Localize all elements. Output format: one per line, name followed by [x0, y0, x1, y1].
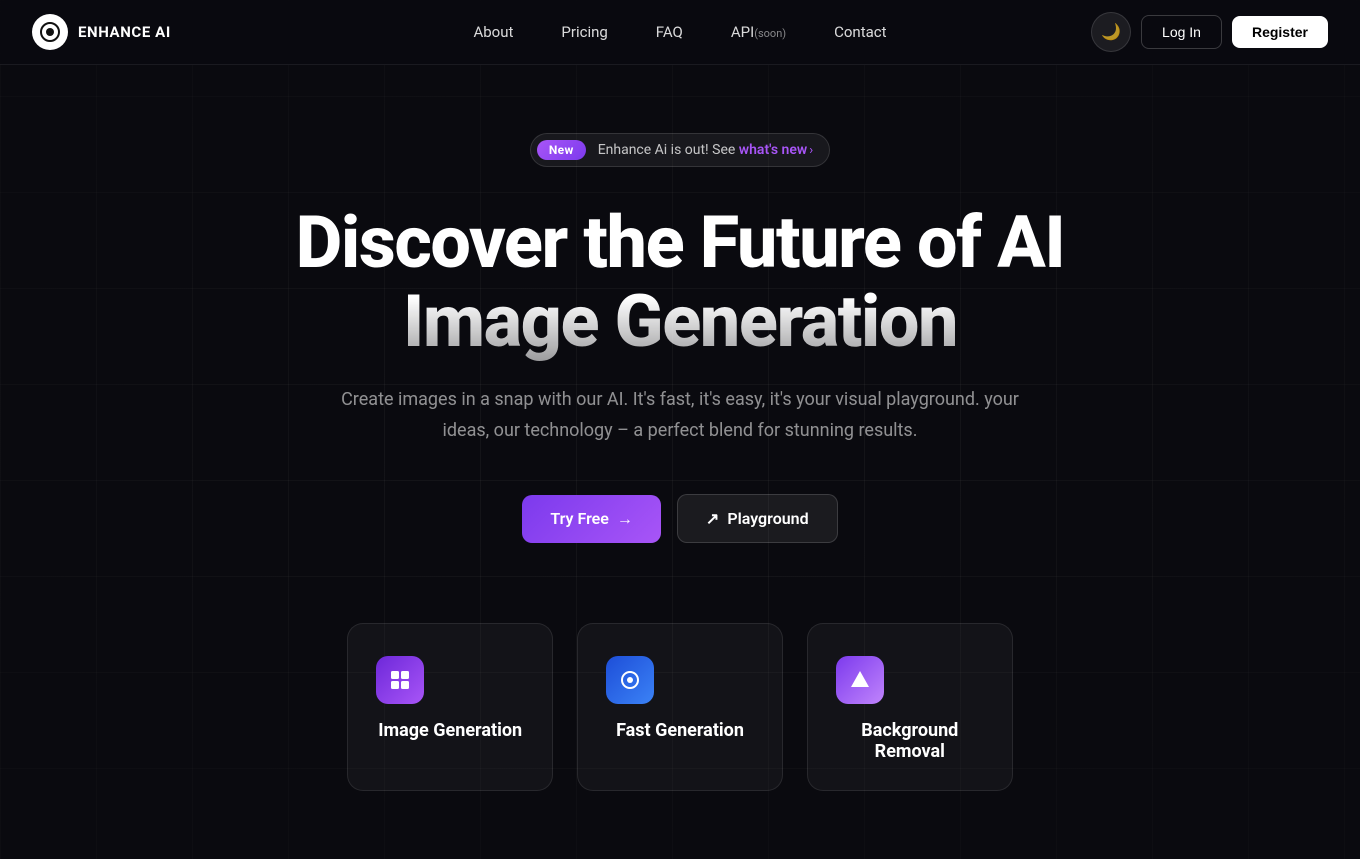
announcement-badge: New Enhance Ai is out! See what's new›	[530, 133, 830, 167]
playground-button[interactable]: ↗ Playground	[677, 494, 838, 543]
navbar: ENHANCE AI About Pricing FAQ API(soon) C…	[0, 0, 1360, 65]
badge-message: Enhance Ai is out! See what's new›	[598, 142, 813, 158]
badge-new-label: New	[537, 140, 586, 160]
cta-buttons: Try Free → ↗ Playground	[230, 494, 1130, 543]
image-generation-icon	[376, 656, 424, 704]
feature-card-image-generation: Image Generation	[347, 623, 553, 791]
logo-icon	[32, 14, 68, 50]
feature-cards-section: Image Generation Fast Generation Backgro…	[315, 623, 1044, 791]
hero-subtitle: Create images in a snap with our AI. It'…	[340, 385, 1020, 446]
background-removal-icon	[836, 656, 884, 704]
background-removal-title: Background Removal	[836, 720, 984, 762]
logo-text: ENHANCE AI	[78, 23, 171, 41]
hero-section: New Enhance Ai is out! See what's new› D…	[0, 0, 1360, 859]
feature-card-fast-generation: Fast Generation	[577, 623, 783, 791]
try-free-button[interactable]: Try Free →	[522, 495, 661, 543]
fast-generation-icon	[606, 656, 654, 704]
image-generation-title: Image Generation	[376, 720, 524, 741]
hero-content: New Enhance Ai is out! See what's new› D…	[230, 133, 1130, 544]
logo[interactable]: ENHANCE AI	[32, 14, 171, 50]
announcement-badge-row: New Enhance Ai is out! See what's new›	[230, 133, 1130, 167]
nav-api[interactable]: API(soon)	[711, 15, 806, 49]
nav-about[interactable]: About	[453, 15, 533, 49]
nav-actions: 🌙 Log In Register	[1091, 12, 1328, 52]
nav-contact[interactable]: Contact	[814, 15, 906, 49]
feature-card-background-removal: Background Removal	[807, 623, 1013, 791]
nav-pricing[interactable]: Pricing	[541, 15, 627, 49]
hero-title: Discover the Future of AI Image Generati…	[230, 203, 1130, 361]
dark-mode-toggle[interactable]: 🌙	[1091, 12, 1131, 52]
login-button[interactable]: Log In	[1141, 15, 1222, 49]
nav-faq[interactable]: FAQ	[636, 15, 703, 49]
nav-links: About Pricing FAQ API(soon) Contact	[453, 15, 906, 49]
fast-generation-title: Fast Generation	[606, 720, 754, 741]
whats-new-link[interactable]: what's new	[739, 142, 807, 158]
register-button[interactable]: Register	[1232, 16, 1328, 48]
